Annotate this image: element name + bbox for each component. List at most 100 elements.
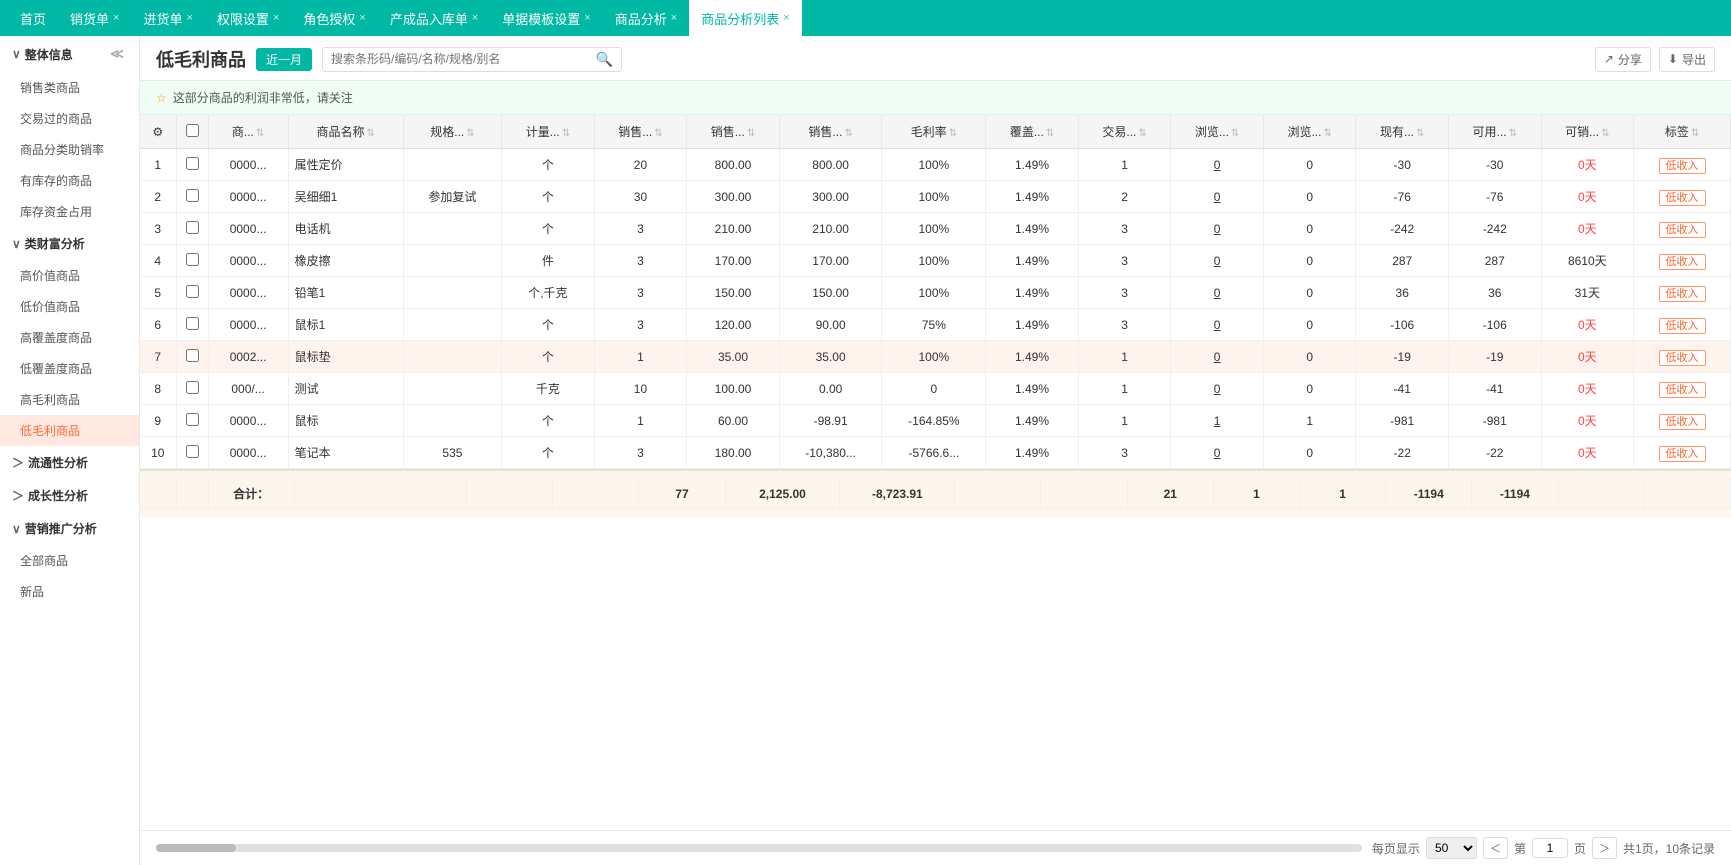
row-tag[interactable]: 低收入	[1634, 149, 1731, 181]
col-spec[interactable]: 规格...⇅	[403, 115, 501, 149]
row-checkbox[interactable]	[176, 213, 208, 245]
sidebar-item-all-goods[interactable]: 全部商品	[0, 545, 139, 576]
sidebar-item-low-gross[interactable]: 低毛利商品	[0, 415, 139, 446]
row-checkbox[interactable]	[176, 405, 208, 437]
row-tag[interactable]: 低收入	[1634, 213, 1731, 245]
search-icon[interactable]: 🔍	[596, 51, 613, 68]
sidebar-item-high-gross[interactable]: 高毛利商品	[0, 384, 139, 415]
sidebar-item-low-coverage[interactable]: 低覆盖度商品	[0, 353, 139, 384]
row-select-checkbox[interactable]	[186, 189, 199, 202]
views1-link[interactable]: 0	[1214, 350, 1221, 364]
nav-close-role-auth[interactable]: ×	[359, 12, 365, 24]
tag-badge[interactable]: 低收入	[1659, 414, 1706, 430]
col-code[interactable]: 商...⇅	[208, 115, 288, 149]
col-sales-price[interactable]: 销售...⇅	[687, 115, 780, 149]
row-tag[interactable]: 低收入	[1634, 309, 1731, 341]
row-views1[interactable]: 0	[1171, 181, 1264, 213]
views1-link[interactable]: 0	[1214, 222, 1221, 236]
nav-home[interactable]: 首页	[8, 0, 58, 36]
sidebar-item-sales-goods[interactable]: 销售类商品	[0, 72, 139, 103]
col-available[interactable]: 可用...⇅	[1448, 115, 1541, 149]
search-input[interactable]	[331, 52, 596, 66]
tag-badge[interactable]: 低收入	[1659, 382, 1706, 398]
nav-product-analysis-list[interactable]: 商品分析列表 ×	[689, 0, 801, 36]
views1-link[interactable]: 0	[1214, 318, 1221, 332]
row-views1[interactable]: 0	[1171, 341, 1264, 373]
row-checkbox[interactable]	[176, 309, 208, 341]
row-select-checkbox[interactable]	[186, 413, 199, 426]
sidebar-item-stock-goods[interactable]: 有库存的商品	[0, 165, 139, 196]
sidebar-item-traded-goods[interactable]: 交易过的商品	[0, 103, 139, 134]
tag-badge[interactable]: 低收入	[1659, 318, 1706, 334]
row-checkbox[interactable]	[176, 245, 208, 277]
sidebar-item-high-coverage[interactable]: 高覆盖度商品	[0, 322, 139, 353]
col-unit[interactable]: 计量...⇅	[502, 115, 595, 149]
sidebar-item-stock-capital[interactable]: 库存资金占用	[0, 196, 139, 227]
sidebar-group-wealth-analysis[interactable]: ∨ 类财富分析	[0, 227, 139, 260]
sidebar-item-low-value[interactable]: 低价值商品	[0, 291, 139, 322]
row-views1[interactable]: 0	[1171, 149, 1264, 181]
tag-badge[interactable]: 低收入	[1659, 350, 1706, 366]
row-select-checkbox[interactable]	[186, 445, 199, 458]
sidebar-group-overall-info[interactable]: ∨ 整体信息 ≪	[0, 36, 139, 72]
col-saleable[interactable]: 可销...⇅	[1541, 115, 1634, 149]
nav-sales-order[interactable]: 销货单 ×	[58, 0, 131, 36]
filter-recent-month-button[interactable]: 近一月	[256, 48, 312, 71]
sidebar-item-category-assist[interactable]: 商品分类助销率	[0, 134, 139, 165]
export-button[interactable]: ⬇ 导出	[1659, 47, 1715, 72]
row-checkbox[interactable]	[176, 437, 208, 469]
nav-product-entry[interactable]: 产成品入库单 ×	[378, 0, 490, 36]
sidebar-group-marketing[interactable]: ∨ 营销推广分析	[0, 512, 139, 545]
nav-product-analysis[interactable]: 商品分析 ×	[603, 0, 689, 36]
row-views1[interactable]: 0	[1171, 309, 1264, 341]
sidebar-collapse-btn[interactable]: ≪	[107, 44, 127, 64]
row-tag[interactable]: 低收入	[1634, 373, 1731, 405]
row-views1[interactable]: 0	[1171, 245, 1264, 277]
col-gross-margin[interactable]: 毛利率⇅	[882, 115, 986, 149]
row-tag[interactable]: 低收入	[1634, 245, 1731, 277]
row-views1[interactable]: 1	[1171, 405, 1264, 437]
col-sales-count[interactable]: 销售...⇅	[594, 115, 687, 149]
row-views1[interactable]: 0	[1171, 277, 1264, 309]
row-select-checkbox[interactable]	[186, 157, 199, 170]
tag-badge[interactable]: 低收入	[1659, 158, 1706, 174]
row-checkbox[interactable]	[176, 149, 208, 181]
tag-badge[interactable]: 低收入	[1659, 446, 1706, 462]
nav-close-analysis-list[interactable]: ×	[783, 12, 789, 24]
nav-close-permission[interactable]: ×	[273, 12, 279, 24]
row-views1[interactable]: 0	[1171, 437, 1264, 469]
nav-permission-settings[interactable]: 权限设置 ×	[205, 0, 291, 36]
col-settings[interactable]: ⚙	[140, 115, 176, 149]
col-trade[interactable]: 交易...⇅	[1078, 115, 1171, 149]
views1-link[interactable]: 0	[1214, 254, 1221, 268]
views1-link[interactable]: 0	[1214, 446, 1221, 460]
row-select-checkbox[interactable]	[186, 221, 199, 234]
row-select-checkbox[interactable]	[186, 349, 199, 362]
share-button[interactable]: ↗ 分享	[1595, 47, 1651, 72]
col-sales-amount[interactable]: 销售...⇅	[779, 115, 882, 149]
tag-badge[interactable]: 低收入	[1659, 254, 1706, 270]
tag-badge[interactable]: 低收入	[1659, 286, 1706, 302]
row-select-checkbox[interactable]	[186, 253, 199, 266]
row-views1[interactable]: 0	[1171, 373, 1264, 405]
page-size-select[interactable]: 50 100 200	[1426, 837, 1477, 859]
row-select-checkbox[interactable]	[186, 285, 199, 298]
views1-link[interactable]: 0	[1214, 190, 1221, 204]
tag-badge[interactable]: 低收入	[1659, 190, 1706, 206]
row-tag[interactable]: 低收入	[1634, 341, 1731, 373]
horizontal-scrollbar[interactable]	[156, 844, 1362, 852]
views1-link[interactable]: 0	[1214, 158, 1221, 172]
current-page-input[interactable]	[1532, 838, 1568, 858]
row-tag[interactable]: 低收入	[1634, 277, 1731, 309]
nav-role-auth[interactable]: 角色授权 ×	[291, 0, 377, 36]
row-select-checkbox[interactable]	[186, 317, 199, 330]
row-checkbox[interactable]	[176, 181, 208, 213]
select-all-checkbox[interactable]	[186, 124, 199, 137]
sidebar-group-liquidity[interactable]: ＞ 流通性分析	[0, 446, 139, 479]
nav-close-product-entry[interactable]: ×	[472, 12, 478, 24]
row-checkbox[interactable]	[176, 373, 208, 405]
row-tag[interactable]: 低收入	[1634, 181, 1731, 213]
col-views1[interactable]: 浏览...⇅	[1171, 115, 1264, 149]
sidebar-item-new-goods[interactable]: 新品	[0, 576, 139, 607]
nav-close-template[interactable]: ×	[584, 12, 590, 24]
